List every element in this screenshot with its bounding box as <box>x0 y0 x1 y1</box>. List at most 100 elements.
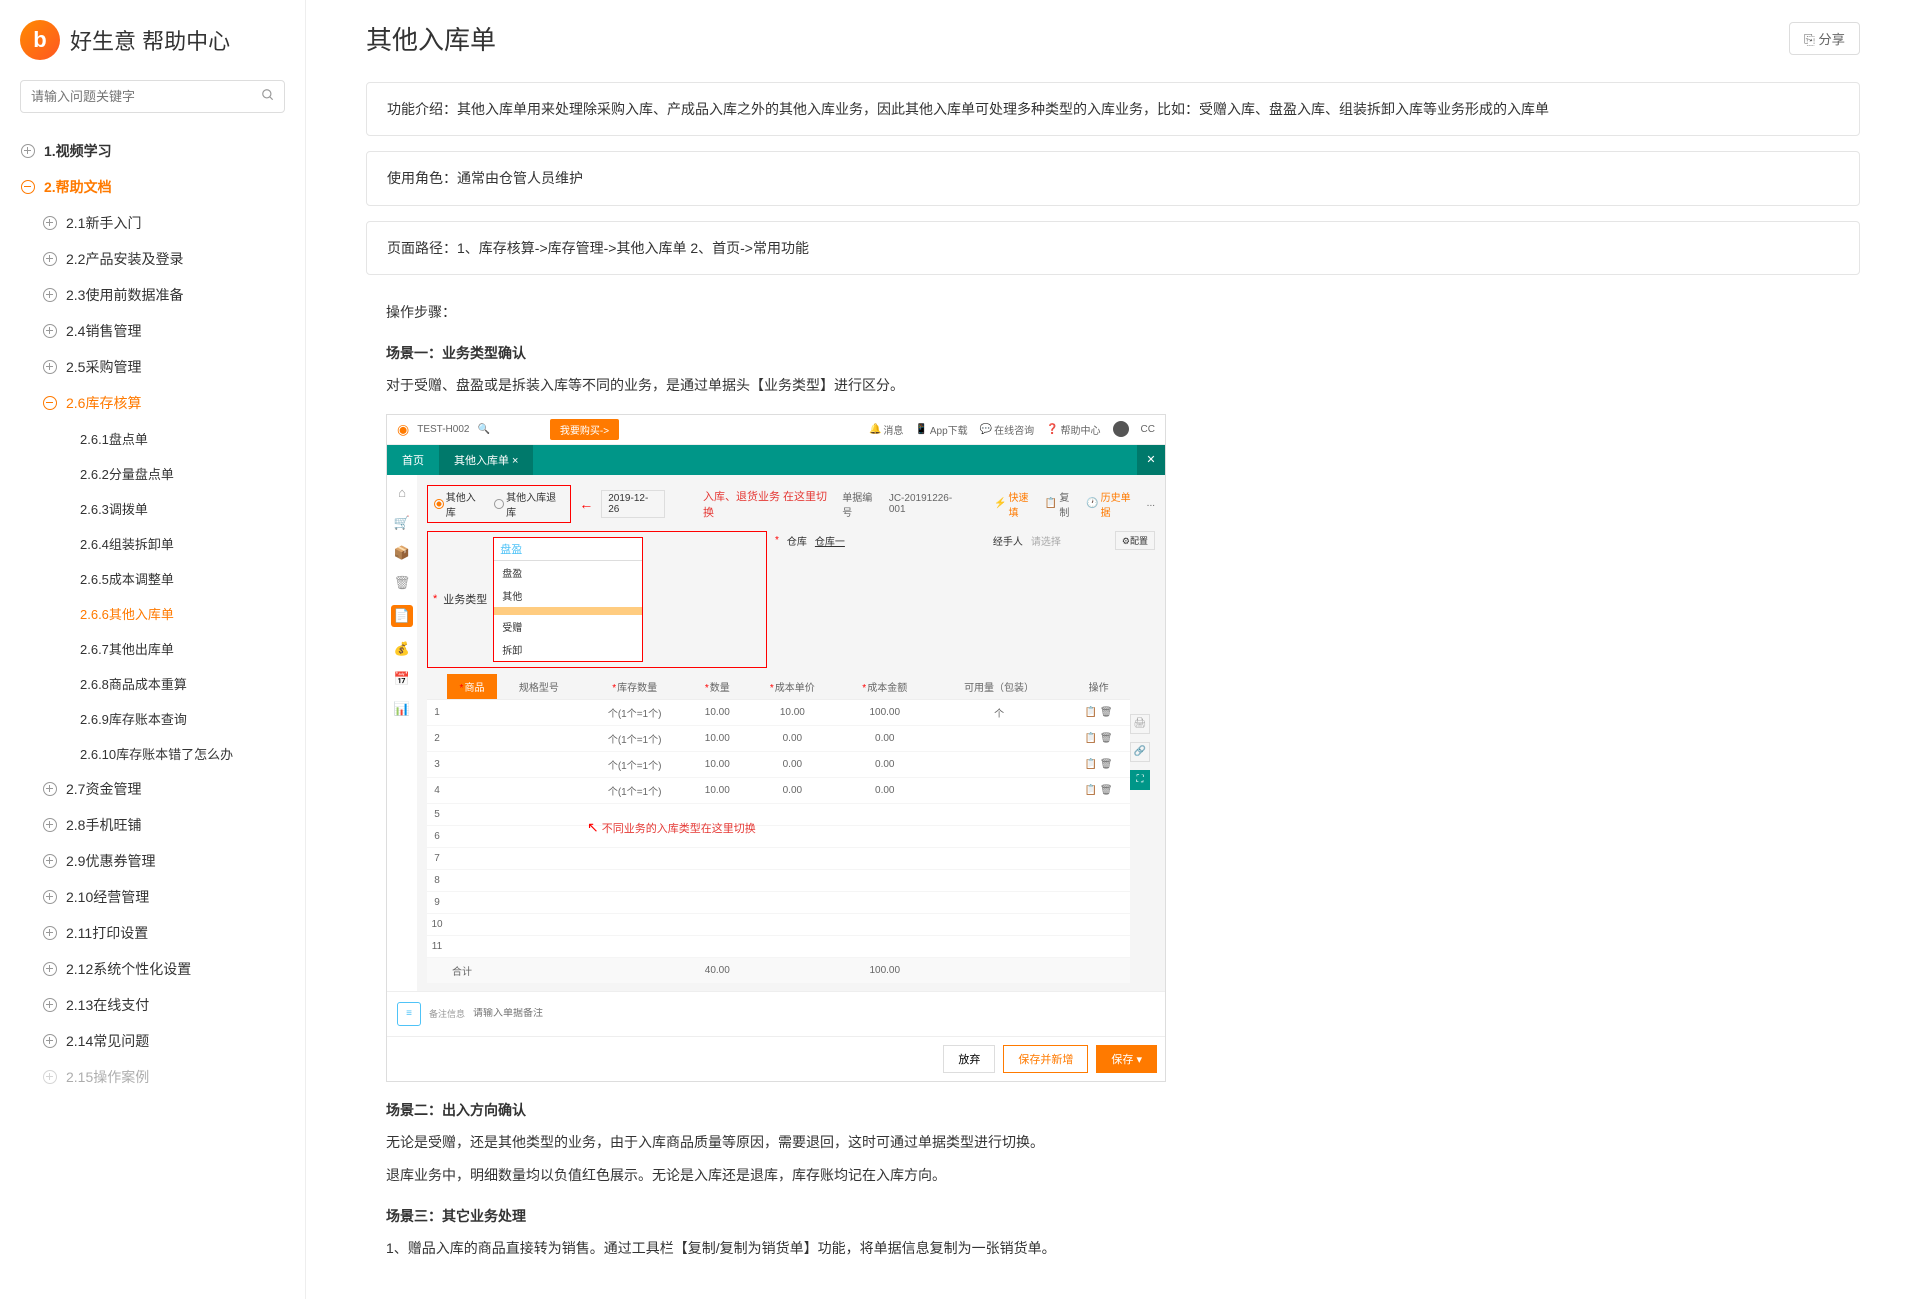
brand-logo: b 好生意 帮助中心 <box>20 20 305 60</box>
ss-env: TEST-H002 <box>417 424 469 435</box>
ss-quick: ⚡快速填 <box>994 489 1037 519</box>
ss-docno-label: 单据编号 <box>842 489 881 519</box>
search-input[interactable] <box>20 80 285 113</box>
close-icon: ✕ <box>1137 445 1165 475</box>
path-text: 1、库存核算->库存管理->其他入库单 2、首页->常用功能 <box>457 240 809 256</box>
role-text: 通常由仓管人员维护 <box>457 170 583 186</box>
share-button[interactable]: ⎘ 分享 <box>1789 22 1860 55</box>
ss-remark-label: 备注信息 <box>429 1007 465 1020</box>
ss-biztype-label: 业务类型 <box>443 591 487 607</box>
table-row: 7 <box>427 847 1130 869</box>
table-row: 1个(1个=1个)10.0010.00100.00个📋 🗑 <box>427 699 1130 725</box>
ss-docno: JC-20191226-001 <box>889 493 966 515</box>
ss-discard-button: 放弃 <box>943 1045 995 1073</box>
nav-2-8[interactable]: 2.8手机旺铺 <box>20 807 305 843</box>
table-row: 9 <box>427 891 1130 913</box>
plus-icon <box>42 215 58 231</box>
ss-dropdown: 盘盈 盘盈 其他 受赠 拆卸 <box>493 537 643 662</box>
nav-2-9[interactable]: 2.9优惠券管理 <box>20 843 305 879</box>
plus-icon <box>42 853 58 869</box>
ss-warehouse: 仓库一 <box>815 533 845 548</box>
search-icon: 🔍 <box>477 424 489 435</box>
ss-dropdown-item: 受赠 <box>494 615 642 638</box>
logo-icon: b <box>20 20 60 60</box>
nav-2-6-8[interactable]: 2.6.8商品成本重算 <box>20 666 305 701</box>
nav-2-6-2[interactable]: 2.6.2分量盘点单 <box>20 456 305 491</box>
intro-text: 其他入库单用来处理除采购入库、产成品入库之外的其他入库业务，因此其他入库单可处理… <box>457 101 1549 117</box>
nav-2-10[interactable]: 2.10经营管理 <box>20 879 305 915</box>
ss-tabs: 首页 其他入库单 × ✕ <box>387 445 1165 475</box>
plus-icon <box>42 359 58 375</box>
table-row: 8 <box>427 869 1130 891</box>
intro-box: 功能介绍：其他入库单用来处理除采购入库、产成品入库之外的其他入库业务，因此其他入… <box>366 82 1860 136</box>
nav-2-1[interactable]: 2.1新手入门 <box>20 205 305 241</box>
nav-2-6-1[interactable]: 2.6.1盘点单 <box>20 421 305 456</box>
ss-dropdown-item <box>494 607 642 615</box>
path-label: 页面路径： <box>387 240 457 256</box>
nav-2-11[interactable]: 2.11打印设置 <box>20 915 305 951</box>
print-icon: 🖨 <box>1130 714 1150 734</box>
ss-logo-icon: ◉ <box>397 421 409 438</box>
brand-name: 好生意 帮助中心 <box>70 24 230 56</box>
ss-date: 2019-12-26 <box>601 490 665 518</box>
nav-2-7[interactable]: 2.7资金管理 <box>20 771 305 807</box>
ss-leftbar: ⌂ 🛒 📦 🗑 📄 💰 📅 📊 <box>387 475 417 991</box>
ss-th: 规格型号 <box>497 674 581 700</box>
ss-contact: 💬在线咨询 <box>980 422 1034 437</box>
nav-2-6-6[interactable]: 2.6.6其他入库单 <box>20 596 305 631</box>
nav-2-14[interactable]: 2.14常见问题 <box>20 1023 305 1059</box>
nav-2-6-3[interactable]: 2.6.3调拨单 <box>20 491 305 526</box>
ss-tab-current: 其他入库单 × <box>439 445 533 475</box>
plus-icon <box>42 287 58 303</box>
ss-dropdown-item: 拆卸 <box>494 638 642 661</box>
ss-app: 📱App下载 <box>915 422 967 437</box>
nav-2-6-10[interactable]: 2.6.10库存账本错了怎么办 <box>20 736 305 771</box>
ss-dropdown-selected: 盘盈 <box>494 538 642 561</box>
ss-savenew-button: 保存并新增 <box>1003 1045 1088 1073</box>
scene1-text: 对于受赠、盘盈或是拆装入库等不同的业务，是通过单据头【业务类型】进行区分。 <box>386 373 1840 398</box>
wallet-icon: 💰 <box>394 641 410 657</box>
nav-video[interactable]: 1.视频学习 <box>20 133 305 169</box>
search-icon[interactable] <box>261 88 275 105</box>
nav-2-15[interactable]: 2.15操作案例 <box>20 1059 305 1095</box>
box-icon: 📦 <box>394 545 410 561</box>
link-icon: 🔗 <box>1130 742 1150 762</box>
plus-icon <box>42 997 58 1013</box>
arrow-icon: ↖ <box>587 819 599 835</box>
table-row: 3个(1个=1个)10.000.000.00📋 🗑 <box>427 751 1130 777</box>
nav-2-4[interactable]: 2.4销售管理 <box>20 313 305 349</box>
nav-2-6-4[interactable]: 2.6.4组装拆卸单 <box>20 526 305 561</box>
ss-trial-button: 我要购买-> <box>550 419 619 440</box>
nav-2-6-7[interactable]: 2.6.7其他出库单 <box>20 631 305 666</box>
scene2-text2: 退库业务中，明细数量均以负值红色展示。无论是入库还是退库，库存账均记在入库方向。 <box>386 1163 1840 1188</box>
role-label: 使用角色： <box>387 170 457 186</box>
avatar-icon <box>1113 421 1129 437</box>
ss-handler-label: 经手人 <box>993 533 1023 548</box>
nav-2-13[interactable]: 2.13在线支付 <box>20 987 305 1023</box>
minus-icon <box>20 179 36 195</box>
scene2-text1: 无论是受赠，还是其他类型的业务，由于入库商品质量等原因，需要退回，这时可通过单据… <box>386 1130 1840 1155</box>
nav-2-6-5[interactable]: 2.6.5成本调整单 <box>20 561 305 596</box>
path-box: 页面路径：1、库存核算->库存管理->其他入库单 2、首页->常用功能 <box>366 221 1860 275</box>
nav-2-3[interactable]: 2.3使用前数据准备 <box>20 277 305 313</box>
table-row-total: 合计40.00100.00 <box>427 957 1130 983</box>
ss-msg: 🔔消息 <box>869 422 903 437</box>
role-box: 使用角色：通常由仓管人员维护 <box>366 151 1860 205</box>
ss-remark: ≡ 备注信息 <box>387 991 1165 1036</box>
ss-header: ◉ TEST-H002 🔍 我要购买-> 🔔消息 📱App下载 💬在线咨询 ❓帮… <box>387 415 1165 445</box>
radio-off-icon <box>494 499 504 509</box>
content-body: 操作步骤： 场景一：业务类型确认 对于受赠、盘盈或是拆装入库等不同的业务，是通过… <box>366 290 1860 1279</box>
nav-2-6-9[interactable]: 2.6.9库存账本查询 <box>20 701 305 736</box>
nav-2-5[interactable]: 2.5采购管理 <box>20 349 305 385</box>
main-content: 其他入库单 ⎘ 分享 功能介绍：其他入库单用来处理除采购入库、产成品入库之外的其… <box>306 0 1920 1299</box>
plus-icon <box>42 323 58 339</box>
ss-handler: 请选择 <box>1031 533 1061 548</box>
plus-icon <box>42 781 58 797</box>
scene1-title: 场景一：业务类型确认 <box>386 343 1840 363</box>
gear-icon: ⚙配置 <box>1115 531 1155 550</box>
nav-helpdoc[interactable]: 2.帮助文档 <box>20 169 305 205</box>
nav-2-12[interactable]: 2.12系统个性化设置 <box>20 951 305 987</box>
nav-2-2[interactable]: 2.2产品安装及登录 <box>20 241 305 277</box>
nav-2-6[interactable]: 2.6库存核算 <box>20 385 305 421</box>
ss-dropdown-item: 其他 <box>494 584 642 607</box>
